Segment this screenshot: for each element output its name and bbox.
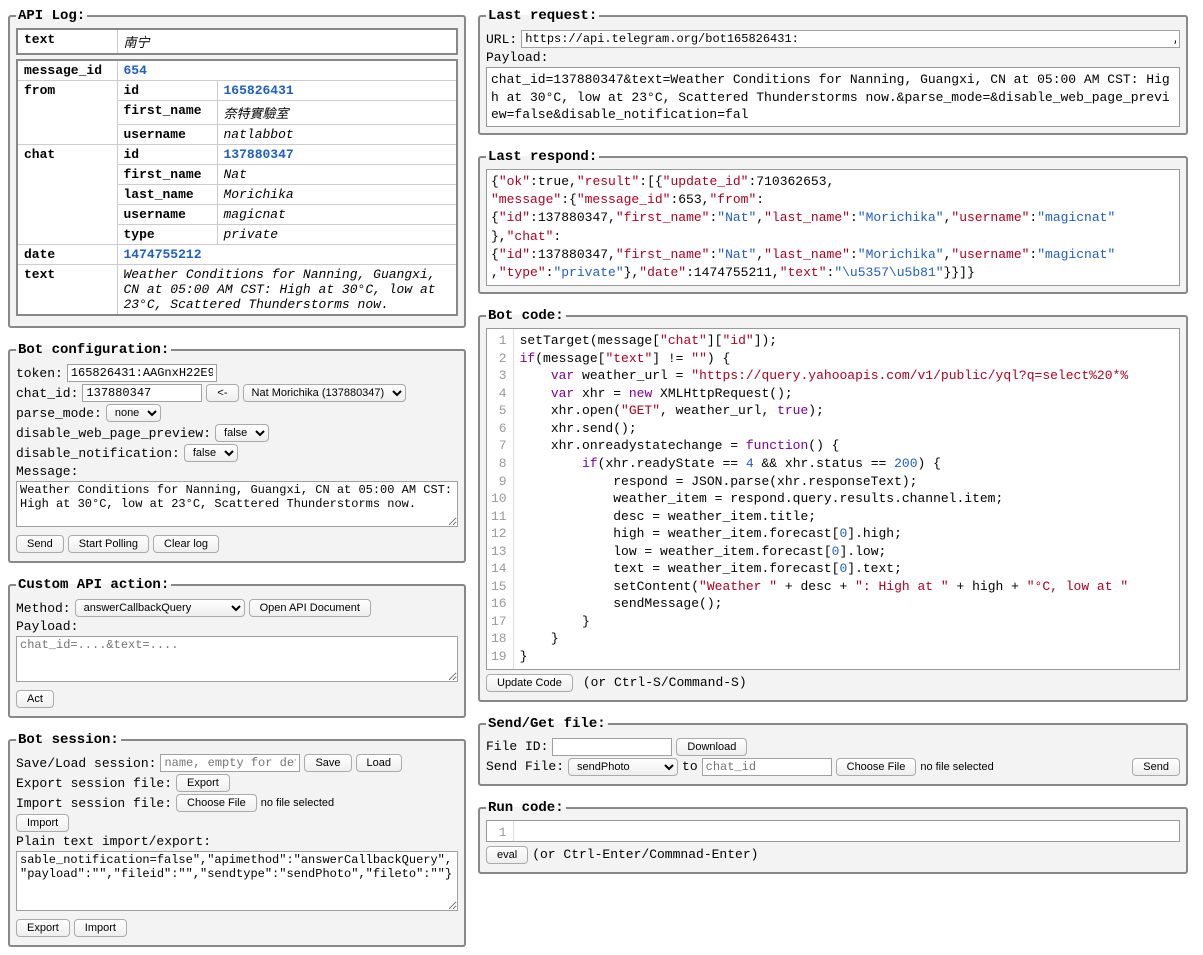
msg-chat-key: chat xyxy=(17,145,117,245)
update-code-button[interactable]: Update Code xyxy=(486,674,573,692)
run-code-panel: Run code: 1 eval (or Ctrl-Enter/Commnad-… xyxy=(478,800,1188,874)
api-log-panel: API Log: text 南宁 message_id 654 from id … xyxy=(8,8,466,328)
msg-from-key: from xyxy=(17,81,117,145)
eval-button[interactable]: eval xyxy=(486,846,528,864)
chat-select[interactable]: Nat Morichika (137880347) xyxy=(243,384,406,402)
disable-web-page-preview-select[interactable]: false xyxy=(215,424,269,442)
bot-session-panel: Bot session: Save/Load session: Save Loa… xyxy=(8,732,466,947)
req-text-key: text xyxy=(17,29,117,54)
api-log-title: API Log: xyxy=(16,8,87,24)
load-session-button[interactable]: Load xyxy=(356,754,402,772)
session-name-input[interactable] xyxy=(160,754,300,772)
bot-code-editor[interactable]: 1 2 3 4 5 6 7 8 9 10 11 12 13 14 15 16 1… xyxy=(486,328,1180,669)
run-code-editor[interactable]: 1 xyxy=(486,820,1180,842)
send-file-button[interactable]: Send xyxy=(1132,758,1180,776)
api-method-select[interactable]: answerCallbackQuery xyxy=(75,599,245,617)
clear-log-button[interactable]: Clear log xyxy=(153,535,219,553)
no-file-label: no file selected xyxy=(261,797,334,809)
import-session-button[interactable]: Import xyxy=(16,814,69,832)
save-session-button[interactable]: Save xyxy=(304,754,351,772)
msg-text-val: Weather Conditions for Nanning, Guangxi,… xyxy=(117,265,457,316)
message-textarea[interactable]: Weather Conditions for Nanning, Guangxi,… xyxy=(16,481,458,527)
bot-config-panel: Bot configuration: token: chat_id: <- Na… xyxy=(8,342,466,563)
token-input[interactable] xyxy=(67,364,217,382)
chat-id-input[interactable] xyxy=(82,384,202,402)
code-body[interactable]: setTarget(message["chat"]["id"]); if(mes… xyxy=(514,329,1179,668)
msg-id-val: 654 xyxy=(117,60,457,81)
bot-config-title: Bot configuration: xyxy=(16,342,171,358)
parse-mode-select[interactable]: none xyxy=(106,404,161,422)
last-request-panel: Last request: URL: Payload: chat_id=1378… xyxy=(478,8,1188,135)
file-id-input[interactable] xyxy=(552,738,672,756)
last-respond-panel: Last respond: {"ok":true,"result":[{"upd… xyxy=(478,149,1188,294)
choose-send-file-button[interactable]: Choose File xyxy=(836,758,917,776)
api-payload-textarea[interactable] xyxy=(16,636,458,682)
last-request-url-input[interactable] xyxy=(521,30,1180,48)
export-session-file-button[interactable]: Export xyxy=(176,774,230,792)
act-button[interactable]: Act xyxy=(16,690,54,708)
export-plain-button[interactable]: Export xyxy=(16,919,70,937)
import-plain-button[interactable]: Import xyxy=(74,919,127,937)
start-polling-button[interactable]: Start Polling xyxy=(68,535,149,553)
custom-api-panel: Custom API action: Method: answerCallbac… xyxy=(8,577,466,718)
req-text-val: 南宁 xyxy=(117,29,457,54)
eval-hint: (or Ctrl-Enter/Commnad-Enter) xyxy=(532,847,758,862)
api-log-request-table: text 南宁 xyxy=(16,28,458,55)
copy-chatid-button[interactable]: <- xyxy=(206,384,238,402)
api-log-message-table: message_id 654 from id 165826431 first_n… xyxy=(16,59,458,316)
code-gutter: 1 2 3 4 5 6 7 8 9 10 11 12 13 14 15 16 1… xyxy=(487,329,514,668)
open-api-doc-button[interactable]: Open API Document xyxy=(249,599,371,617)
send-button[interactable]: Send xyxy=(16,535,64,553)
msg-id-key: message_id xyxy=(17,60,117,81)
bot-code-panel: Bot code: 1 2 3 4 5 6 7 8 9 10 11 12 13 … xyxy=(478,308,1188,701)
send-type-select[interactable]: sendPhoto xyxy=(568,758,678,776)
update-code-hint: (or Ctrl-S/Command-S) xyxy=(583,675,747,690)
send-to-input[interactable] xyxy=(702,758,832,776)
last-request-payload[interactable]: chat_id=137880347&text=Weather Condition… xyxy=(486,67,1180,127)
last-respond-body[interactable]: {"ok":true,"result":[{"update_id":710362… xyxy=(486,169,1180,286)
session-plain-textarea[interactable]: sable_notification=false","apimethod":"a… xyxy=(16,851,458,911)
download-button[interactable]: Download xyxy=(676,738,747,756)
choose-session-file-button[interactable]: Choose File xyxy=(176,794,257,812)
disable-notification-select[interactable]: false xyxy=(184,444,238,462)
send-get-file-panel: Send/Get file: File ID: Download Send Fi… xyxy=(478,716,1188,786)
